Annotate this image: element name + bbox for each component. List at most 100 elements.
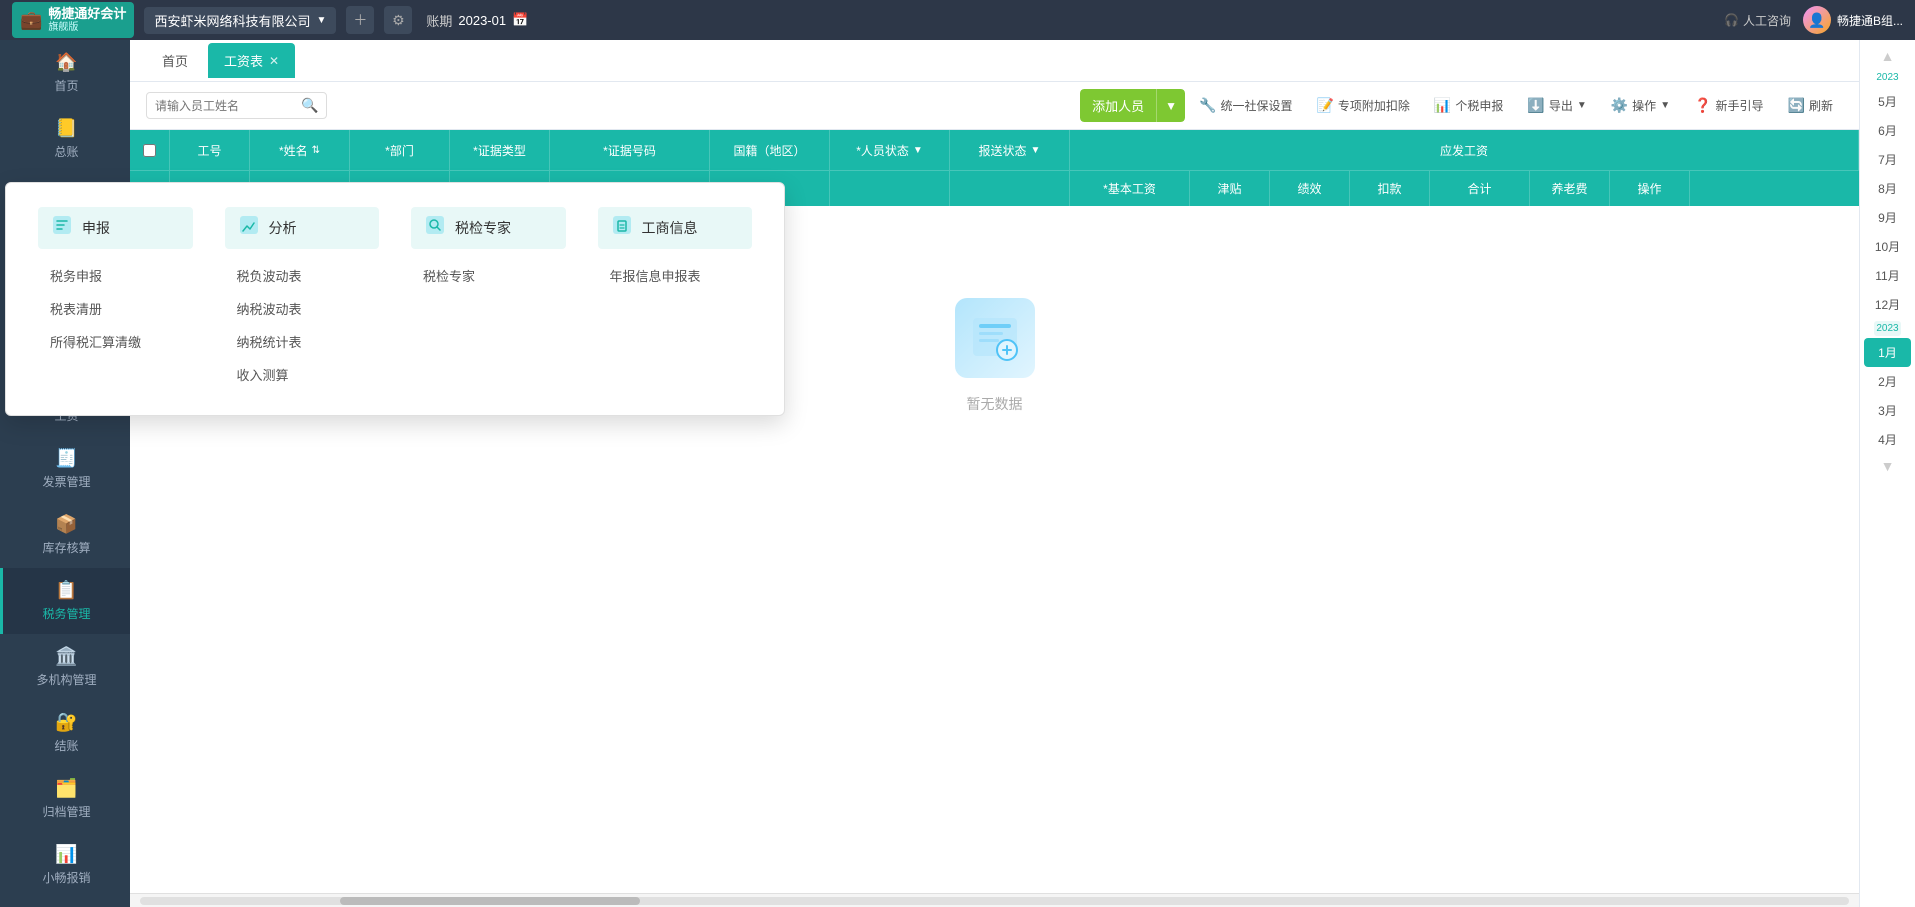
scroll-bar-thumb[interactable] <box>340 897 640 905</box>
header-right: 🎧 人工咨询 👤 畅捷通B组... <box>1724 6 1903 34</box>
multi-org-icon: 🏛️ <box>55 646 77 667</box>
tab-home[interactable]: 首页 <box>146 43 204 78</box>
timeline-month-7[interactable]: 7月 <box>1860 145 1915 174</box>
analysis-icon <box>237 213 261 243</box>
tax-payment-item[interactable]: 纳税波动表 <box>225 292 380 325</box>
sort-icon: ⇅ <box>312 145 320 156</box>
popup-section-header-business-info: 工商信息 <box>598 207 753 249</box>
tax-icon: 📋 <box>55 580 77 601</box>
tab-label: 工资表 <box>224 51 263 70</box>
add-person-dropdown-button[interactable]: ▼ <box>1156 89 1185 122</box>
tax-return-action[interactable]: 📊 个税申报 <box>1424 92 1513 119</box>
logo-icon: 💼 <box>20 10 42 31</box>
social-insurance-icon: 🔧 <box>1199 97 1216 114</box>
th-report-status[interactable]: 报送状态 ▼ <box>950 130 1070 170</box>
timeline-month-11[interactable]: 11月 <box>1860 261 1915 290</box>
timeline-month-9[interactable]: 9月 <box>1860 203 1915 232</box>
app-edition: 旗舰版 <box>48 22 126 34</box>
tax-burden-item[interactable]: 税负波动表 <box>225 259 380 292</box>
operations-dropdown-icon: ▼ <box>1660 100 1670 111</box>
timeline-month-2[interactable]: 2月 <box>1860 367 1915 396</box>
popup-section-declaration: 申报 税务申报 税表清册 所得税汇算清缴 <box>22 199 209 399</box>
period-area: 账期 2023-01 📅 <box>426 11 528 30</box>
annual-report-item[interactable]: 年报信息申报表 <box>598 259 753 292</box>
select-all-checkbox[interactable] <box>143 144 156 157</box>
settings-icon-button[interactable]: ⚙ <box>384 6 412 34</box>
tax-declaration-item[interactable]: 税务申报 <box>38 259 193 292</box>
declaration-icon <box>50 213 74 243</box>
th-checkbox[interactable] <box>130 130 170 170</box>
company-selector[interactable]: 西安虾米网络科技有限公司 ▼ <box>144 7 336 34</box>
new-guide-action[interactable]: ❓ 新手引导 <box>1684 92 1773 119</box>
company-name: 西安虾米网络科技有限公司 <box>154 11 310 30</box>
analysis-title: 分析 <box>269 218 297 238</box>
search-input[interactable] <box>155 99 295 113</box>
timeline-nav-down[interactable]: ▼ <box>1877 454 1899 478</box>
social-insurance-action[interactable]: 🔧 统一社保设置 <box>1189 92 1302 119</box>
income-forecast-item[interactable]: 收入测算 <box>225 358 380 391</box>
add-person-button[interactable]: 添加人员 <box>1080 89 1156 122</box>
popup-section-header-tax-expert: 税检专家 <box>411 207 566 249</box>
sidebar-item-label: 总账 <box>54 143 78 160</box>
sidebar-item-archive[interactable]: 🗂️ 归档管理 <box>0 766 130 832</box>
lock-icon: 🔐 <box>55 712 77 733</box>
sidebar-item-basic-settings[interactable]: ⚙️ 基础设置 <box>0 898 130 907</box>
timeline-panel: ▲ 2023 5月 6月 7月 8月 9月 10月 11月 12月 2023 1… <box>1859 40 1915 907</box>
period-value: 2023-01 <box>458 13 506 28</box>
special-deduct-action[interactable]: 📝 专项附加扣除 <box>1306 92 1419 119</box>
search-icon: 🔍 <box>301 97 318 114</box>
operations-label: 操作 <box>1632 97 1656 114</box>
calendar-icon[interactable]: 📅 <box>512 12 528 28</box>
timeline-nav-up[interactable]: ▲ <box>1877 44 1899 68</box>
sidebar-item-close-accounts[interactable]: 🔐 结账 <box>0 700 130 766</box>
customer-service[interactable]: 🎧 人工咨询 <box>1724 12 1791 29</box>
th-allowance: 津贴 <box>1190 171 1270 206</box>
scroll-bar-track[interactable] <box>140 897 1849 905</box>
tax-stats-item[interactable]: 纳税统计表 <box>225 325 380 358</box>
timeline-month-12[interactable]: 12月 <box>1860 290 1915 319</box>
timeline-month-10[interactable]: 10月 <box>1860 232 1915 261</box>
timeline-month-3[interactable]: 3月 <box>1860 396 1915 425</box>
th-pension: 养老费 <box>1530 171 1610 206</box>
popup-section-header-analysis: 分析 <box>225 207 380 249</box>
sidebar-item-invoice[interactable]: 🧾 发票管理 <box>0 436 130 502</box>
timeline-month-4[interactable]: 4月 <box>1860 425 1915 454</box>
ledger-icon: 📒 <box>55 118 77 139</box>
sidebar-item-label: 多机构管理 <box>36 671 96 688</box>
operations-icon: ⚙️ <box>1611 97 1628 114</box>
empty-text: 暂无数据 <box>967 394 1023 414</box>
tab-close-icon[interactable]: ✕ <box>269 54 279 68</box>
sidebar-item-label: 首页 <box>54 77 78 94</box>
export-action[interactable]: ⬇️ 导出 ▼ <box>1517 92 1596 119</box>
income-tax-summary-item[interactable]: 所得税汇算清缴 <box>38 325 193 358</box>
scroll-bar-wrapper <box>130 893 1859 907</box>
filter-icon: ▼ <box>913 145 923 156</box>
new-guide-label: 新手引导 <box>1716 97 1764 114</box>
content-area: 首页 工资表 ✕ 🔍 添加人员 ▼ 🔧 <box>130 40 1859 907</box>
refresh-action[interactable]: 🔄 刷新 <box>1778 92 1843 119</box>
sidebar-item-home[interactable]: 🏠 首页 <box>0 40 130 106</box>
tab-label: 首页 <box>162 51 188 70</box>
timeline-month-6[interactable]: 6月 <box>1860 116 1915 145</box>
th-performance: 绩效 <box>1270 171 1350 206</box>
tax-expert-item[interactable]: 税检专家 <box>411 259 566 292</box>
export-icon: ⬇️ <box>1527 97 1544 114</box>
sidebar-item-tax[interactable]: 📋 税务管理 <box>0 568 130 634</box>
headset-icon: 🎧 <box>1724 13 1739 27</box>
tab-salary-table[interactable]: 工资表 ✕ <box>208 43 295 78</box>
sidebar-item-ledger[interactable]: 📒 总账 <box>0 106 130 172</box>
th-status[interactable]: *人员状态 ▼ <box>830 130 950 170</box>
popup-section-header-declaration: 申报 <box>38 207 193 249</box>
popup-section-analysis: 分析 税负波动表 纳税波动表 纳税统计表 收入测算 <box>209 199 396 399</box>
add-company-button[interactable]: ＋ <box>346 6 374 34</box>
th-name[interactable]: *姓名 ⇅ <box>250 130 350 170</box>
user-area[interactable]: 👤 畅捷通B组... <box>1803 6 1903 34</box>
sidebar-item-inventory[interactable]: 📦 库存核算 <box>0 502 130 568</box>
timeline-month-1[interactable]: 1月 <box>1864 338 1911 367</box>
sidebar-item-xiao-chang[interactable]: 📊 小畅报销 <box>0 832 130 898</box>
sidebar-item-multi-org[interactable]: 🏛️ 多机构管理 <box>0 634 130 700</box>
operations-action[interactable]: ⚙️ 操作 ▼ <box>1601 92 1680 119</box>
timeline-month-5[interactable]: 5月 <box>1860 87 1915 116</box>
tax-table-clear-item[interactable]: 税表清册 <box>38 292 193 325</box>
timeline-month-8[interactable]: 8月 <box>1860 174 1915 203</box>
